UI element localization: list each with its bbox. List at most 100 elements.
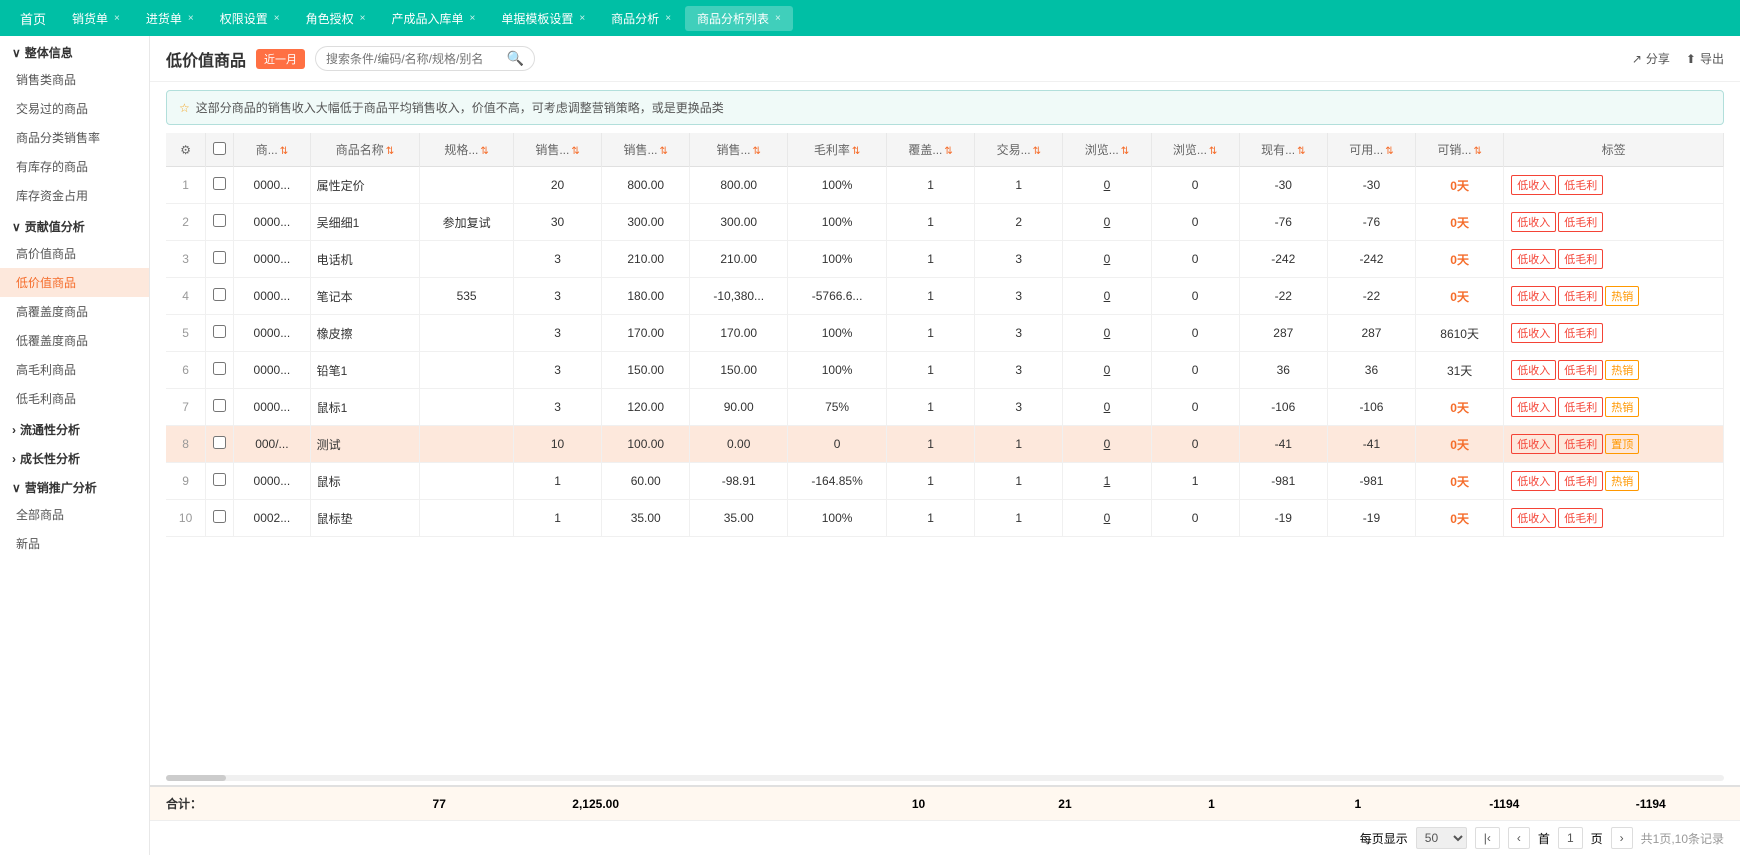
search-icon[interactable]: 🔍: [507, 50, 524, 67]
row-checkbox-1[interactable]: [206, 167, 234, 204]
nav-close-product-analysis[interactable]: ×: [665, 13, 671, 24]
sidebar-group-contribution[interactable]: ∨ 贡献值分析: [0, 210, 149, 239]
col-checkbox-header[interactable]: [206, 133, 234, 167]
row-select-7[interactable]: [213, 399, 226, 412]
nav-product-analysis[interactable]: 商品分析 ×: [599, 6, 683, 31]
row-views1-1[interactable]: 0: [1063, 167, 1151, 204]
sidebar-item-low-value[interactable]: 低价值商品: [0, 268, 149, 297]
col-stock[interactable]: 现有...⇅: [1239, 133, 1327, 167]
views1-link-1[interactable]: 0: [1104, 178, 1111, 192]
prev-page-button[interactable]: ‹: [1508, 827, 1530, 849]
views1-link-10[interactable]: 0: [1104, 511, 1111, 525]
row-views1-3[interactable]: 0: [1063, 241, 1151, 278]
nav-template[interactable]: 单据模板设置 ×: [489, 6, 597, 31]
row-checkbox-10[interactable]: [206, 500, 234, 537]
period-tag[interactable]: 近一月: [256, 49, 305, 69]
col-sales-qty[interactable]: 销售...⇅: [513, 133, 601, 167]
current-page-input[interactable]: 1: [1558, 827, 1583, 849]
nav-close-roles[interactable]: ×: [360, 13, 366, 24]
nav-close-purchase[interactable]: ×: [188, 13, 194, 24]
row-select-6[interactable]: [213, 362, 226, 375]
nav-close-sales[interactable]: ×: [114, 13, 120, 24]
col-views2[interactable]: 浏览...⇅: [1151, 133, 1239, 167]
nav-roles[interactable]: 角色授权 ×: [294, 6, 378, 31]
views1-link-2[interactable]: 0: [1104, 215, 1111, 229]
sidebar-item-high-margin[interactable]: 高毛利商品: [0, 355, 149, 384]
views1-link-5[interactable]: 0: [1104, 326, 1111, 340]
horizontal-scrollbar[interactable]: [166, 775, 1724, 781]
row-views1-8[interactable]: 0: [1063, 426, 1151, 463]
row-checkbox-4[interactable]: [206, 278, 234, 315]
row-checkbox-9[interactable]: [206, 463, 234, 500]
search-box[interactable]: 🔍: [315, 46, 535, 71]
sidebar-group-marketing[interactable]: ∨ 营销推广分析: [0, 471, 149, 500]
row-checkbox-3[interactable]: [206, 241, 234, 278]
select-all-checkbox[interactable]: [213, 142, 226, 155]
col-spec[interactable]: 规格...⇅: [420, 133, 514, 167]
col-available[interactable]: 可用...⇅: [1327, 133, 1415, 167]
gear-icon[interactable]: ⚙: [180, 143, 191, 157]
sidebar-group-overall[interactable]: ∨ 整体信息: [0, 36, 149, 65]
row-checkbox-8[interactable]: [206, 426, 234, 463]
sidebar-item-new-products[interactable]: 新品: [0, 529, 149, 558]
sidebar-group-growth[interactable]: › 成长性分析: [0, 442, 149, 471]
views1-link-9[interactable]: 1: [1104, 474, 1111, 488]
row-select-9[interactable]: [213, 473, 226, 486]
views1-link-4[interactable]: 0: [1104, 289, 1111, 303]
sidebar-item-traded-products[interactable]: 交易过的商品: [0, 94, 149, 123]
row-views1-10[interactable]: 0: [1063, 500, 1151, 537]
row-views1-6[interactable]: 0: [1063, 352, 1151, 389]
sidebar-item-low-margin[interactable]: 低毛利商品: [0, 384, 149, 413]
row-checkbox-6[interactable]: [206, 352, 234, 389]
row-select-3[interactable]: [213, 251, 226, 264]
views1-link-8[interactable]: 0: [1104, 437, 1111, 451]
row-views1-2[interactable]: 0: [1063, 204, 1151, 241]
row-views1-7[interactable]: 0: [1063, 389, 1151, 426]
nav-home[interactable]: 首页: [8, 5, 58, 32]
row-select-5[interactable]: [213, 325, 226, 338]
row-checkbox-5[interactable]: [206, 315, 234, 352]
row-views1-5[interactable]: 0: [1063, 315, 1151, 352]
row-select-10[interactable]: [213, 510, 226, 523]
col-sales-amount[interactable]: 销售...⇅: [602, 133, 690, 167]
sidebar-item-sales-products[interactable]: 销售类商品: [0, 65, 149, 94]
sidebar-item-category-sales-rate[interactable]: 商品分类销售率: [0, 123, 149, 152]
row-select-4[interactable]: [213, 288, 226, 301]
next-page-button[interactable]: ›: [1611, 827, 1633, 849]
sidebar-item-stocked-products[interactable]: 有库存的商品: [0, 152, 149, 181]
row-views1-9[interactable]: 1: [1063, 463, 1151, 500]
nav-close-product-analysis-list[interactable]: ×: [775, 13, 781, 24]
views1-link-7[interactable]: 0: [1104, 400, 1111, 414]
col-settings[interactable]: ⚙: [166, 133, 206, 167]
nav-product-analysis-list[interactable]: 商品分析列表 ×: [685, 6, 793, 31]
nav-close-template[interactable]: ×: [579, 13, 585, 24]
nav-permissions[interactable]: 权限设置 ×: [208, 6, 292, 31]
sidebar-item-all-products[interactable]: 全部商品: [0, 500, 149, 529]
nav-purchase[interactable]: 进货单 ×: [134, 6, 206, 31]
nav-close-product-storage[interactable]: ×: [469, 13, 475, 24]
col-saleable[interactable]: 可销...⇅: [1416, 133, 1504, 167]
views1-link-6[interactable]: 0: [1104, 363, 1111, 377]
row-select-8[interactable]: [213, 436, 226, 449]
col-name[interactable]: 商品名称⇅: [310, 133, 420, 167]
col-views1[interactable]: 浏览...⇅: [1063, 133, 1151, 167]
export-button[interactable]: ⬆ 导出: [1686, 50, 1724, 67]
nav-close-permissions[interactable]: ×: [274, 13, 280, 24]
share-button[interactable]: ↗ 分享: [1632, 50, 1670, 67]
col-sales-avg[interactable]: 销售...⇅: [690, 133, 788, 167]
views1-link-3[interactable]: 0: [1104, 252, 1111, 266]
sidebar-item-low-coverage[interactable]: 低覆盖度商品: [0, 326, 149, 355]
nav-product-storage[interactable]: 产成品入库单 ×: [379, 6, 487, 31]
sidebar-item-stock-capital[interactable]: 库存资金占用: [0, 181, 149, 210]
col-transactions[interactable]: 交易...⇅: [975, 133, 1063, 167]
sidebar-item-high-coverage[interactable]: 高覆盖度商品: [0, 297, 149, 326]
col-coverage[interactable]: 覆盖...⇅: [887, 133, 975, 167]
search-input[interactable]: [326, 52, 501, 66]
nav-sales[interactable]: 销货单 ×: [60, 6, 132, 31]
row-checkbox-7[interactable]: [206, 389, 234, 426]
sidebar-item-high-value[interactable]: 高价值商品: [0, 239, 149, 268]
row-views1-4[interactable]: 0: [1063, 278, 1151, 315]
col-code[interactable]: 商...⇅: [234, 133, 310, 167]
first-page-button[interactable]: |‹: [1475, 827, 1500, 849]
scrollbar-thumb[interactable]: [166, 775, 226, 781]
